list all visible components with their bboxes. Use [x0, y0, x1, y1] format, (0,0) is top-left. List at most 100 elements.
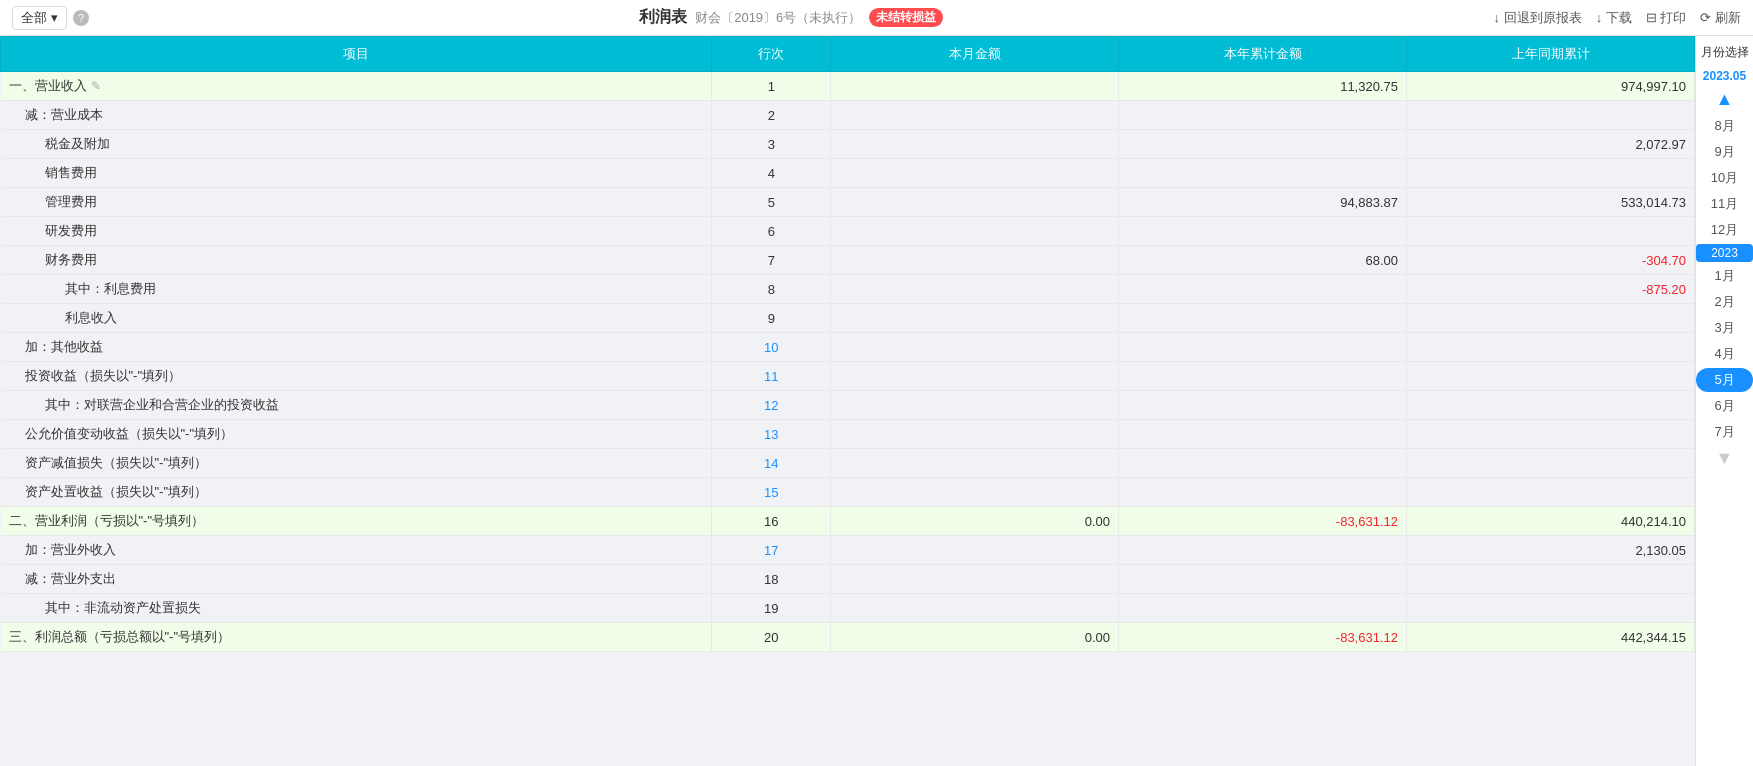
- cell-prev: 2,072.97: [1407, 130, 1695, 159]
- cell-rownum: 17: [712, 536, 831, 565]
- table-row: 管理费用594,883.87533,014.73: [1, 188, 1695, 217]
- cell-item: 资产减值损失（损失以"-"填列）: [1, 449, 712, 478]
- cell-prev: 974,997.10: [1407, 72, 1695, 101]
- cell-rownum: 11: [712, 362, 831, 391]
- cell-item: 资产处置收益（损失以"-"填列）: [1, 478, 712, 507]
- print-btn[interactable]: ⊟ 打印: [1646, 9, 1687, 27]
- cell-item: 减：营业成本: [1, 101, 712, 130]
- table-row: 其中：利息费用8-875.20: [1, 275, 1695, 304]
- cell-prev: [1407, 565, 1695, 594]
- cell-year: [1119, 217, 1407, 246]
- cell-item: 公允价值变动收益（损失以"-"填列）: [1, 420, 712, 449]
- table-row: 公允价值变动收益（损失以"-"填列）13: [1, 420, 1695, 449]
- cell-year: [1119, 391, 1407, 420]
- refresh-btn[interactable]: ⟳ 刷新: [1700, 9, 1741, 27]
- cell-year: [1119, 275, 1407, 304]
- cell-month: [831, 391, 1119, 420]
- cell-rownum: 6: [712, 217, 831, 246]
- status-badge: 未结转损益: [869, 8, 943, 27]
- cell-month: [831, 565, 1119, 594]
- cell-rownum: 16: [712, 507, 831, 536]
- table-row: 资产处置收益（损失以"-"填列）15: [1, 478, 1695, 507]
- month-5[interactable]: 5月: [1696, 368, 1753, 392]
- cell-year: 11,320.75: [1119, 72, 1407, 101]
- cell-year: [1119, 420, 1407, 449]
- table-row: 加：其他收益10: [1, 333, 1695, 362]
- back-btn[interactable]: ↓ 回退到原报表: [1494, 9, 1582, 27]
- table-row: 财务费用768.00-304.70: [1, 246, 1695, 275]
- cell-item: 一、营业收入✎: [1, 72, 712, 101]
- cell-prev: [1407, 159, 1695, 188]
- edit-icon[interactable]: ✎: [91, 79, 101, 93]
- table-row: 资产减值损失（损失以"-"填列）14: [1, 449, 1695, 478]
- table-row: 三、利润总额（亏损总额以"-"号填列）200.00-83,631.12442,3…: [1, 623, 1695, 652]
- all-btn[interactable]: 全部 ▾: [12, 6, 67, 30]
- col-header-year: 本年累计金额: [1119, 37, 1407, 72]
- cell-rownum: 4: [712, 159, 831, 188]
- month-3[interactable]: 3月: [1696, 316, 1753, 340]
- cell-rownum: 20: [712, 623, 831, 652]
- side-arrow-down[interactable]: ▼: [1714, 446, 1736, 471]
- cell-year: [1119, 536, 1407, 565]
- cell-month: [831, 304, 1119, 333]
- cell-year: 68.00: [1119, 246, 1407, 275]
- side-title: 月份选择: [1699, 40, 1751, 65]
- cell-rownum: 12: [712, 391, 831, 420]
- table-row: 减：营业成本2: [1, 101, 1695, 130]
- cell-item: 加：营业外收入: [1, 536, 712, 565]
- cell-prev: 533,014.73: [1407, 188, 1695, 217]
- table-area: 项目 行次 本月金额 本年累计金额 上年同期累计 一、营业收入✎111,320.…: [0, 36, 1695, 766]
- cell-rownum: 5: [712, 188, 831, 217]
- table-row: 减：营业外支出18: [1, 565, 1695, 594]
- col-header-month: 本月金额: [831, 37, 1119, 72]
- cell-year: [1119, 130, 1407, 159]
- cell-month: [831, 275, 1119, 304]
- cell-month: [831, 217, 1119, 246]
- cell-year: [1119, 101, 1407, 130]
- cell-prev: 2,130.05: [1407, 536, 1695, 565]
- cell-year: [1119, 304, 1407, 333]
- month-1[interactable]: 1月: [1696, 264, 1753, 288]
- month-7[interactable]: 7月: [1696, 420, 1753, 444]
- cell-item: 二、营业利润（亏损以"-"号填列）: [1, 507, 712, 536]
- month-2[interactable]: 2月: [1696, 290, 1753, 314]
- cell-item: 管理费用: [1, 188, 712, 217]
- month-8[interactable]: 8月: [1696, 114, 1753, 138]
- table-row: 税金及附加32,072.97: [1, 130, 1695, 159]
- cell-month: [831, 159, 1119, 188]
- month-10[interactable]: 10月: [1696, 166, 1753, 190]
- cell-prev: [1407, 333, 1695, 362]
- cell-year: [1119, 478, 1407, 507]
- cell-year: [1119, 449, 1407, 478]
- cell-year: -83,631.12: [1119, 623, 1407, 652]
- cell-year: -83,631.12: [1119, 507, 1407, 536]
- table-row: 投资收益（损失以"-"填列）11: [1, 362, 1695, 391]
- side-panel: 月份选择 2023.05 ▲ 8月 9月 10月 11月 12月 2023 1月…: [1695, 36, 1753, 766]
- cell-prev: [1407, 362, 1695, 391]
- col-header-rownum: 行次: [712, 37, 831, 72]
- cell-prev: -304.70: [1407, 246, 1695, 275]
- cell-prev: [1407, 304, 1695, 333]
- cell-month: [831, 130, 1119, 159]
- cell-rownum: 9: [712, 304, 831, 333]
- side-arrow-up[interactable]: ▲: [1714, 87, 1736, 112]
- month-12[interactable]: 12月: [1696, 218, 1753, 242]
- cell-item: 其中：对联营企业和合营企业的投资收益: [1, 391, 712, 420]
- download-btn[interactable]: ↓ 下载: [1596, 9, 1632, 27]
- cell-month: [831, 478, 1119, 507]
- table-row: 销售费用4: [1, 159, 1695, 188]
- cell-prev: [1407, 420, 1695, 449]
- month-6[interactable]: 6月: [1696, 394, 1753, 418]
- cell-item: 减：营业外支出: [1, 565, 712, 594]
- help-icon[interactable]: ?: [73, 10, 89, 26]
- cell-month: [831, 536, 1119, 565]
- all-label: 全部: [21, 9, 47, 27]
- month-4[interactable]: 4月: [1696, 342, 1753, 366]
- cell-month: [831, 188, 1119, 217]
- cell-year: [1119, 565, 1407, 594]
- cell-item: 加：其他收益: [1, 333, 712, 362]
- month-9[interactable]: 9月: [1696, 140, 1753, 164]
- cell-rownum: 2: [712, 101, 831, 130]
- month-11[interactable]: 11月: [1696, 192, 1753, 216]
- table-row: 一、营业收入✎111,320.75974,997.10: [1, 72, 1695, 101]
